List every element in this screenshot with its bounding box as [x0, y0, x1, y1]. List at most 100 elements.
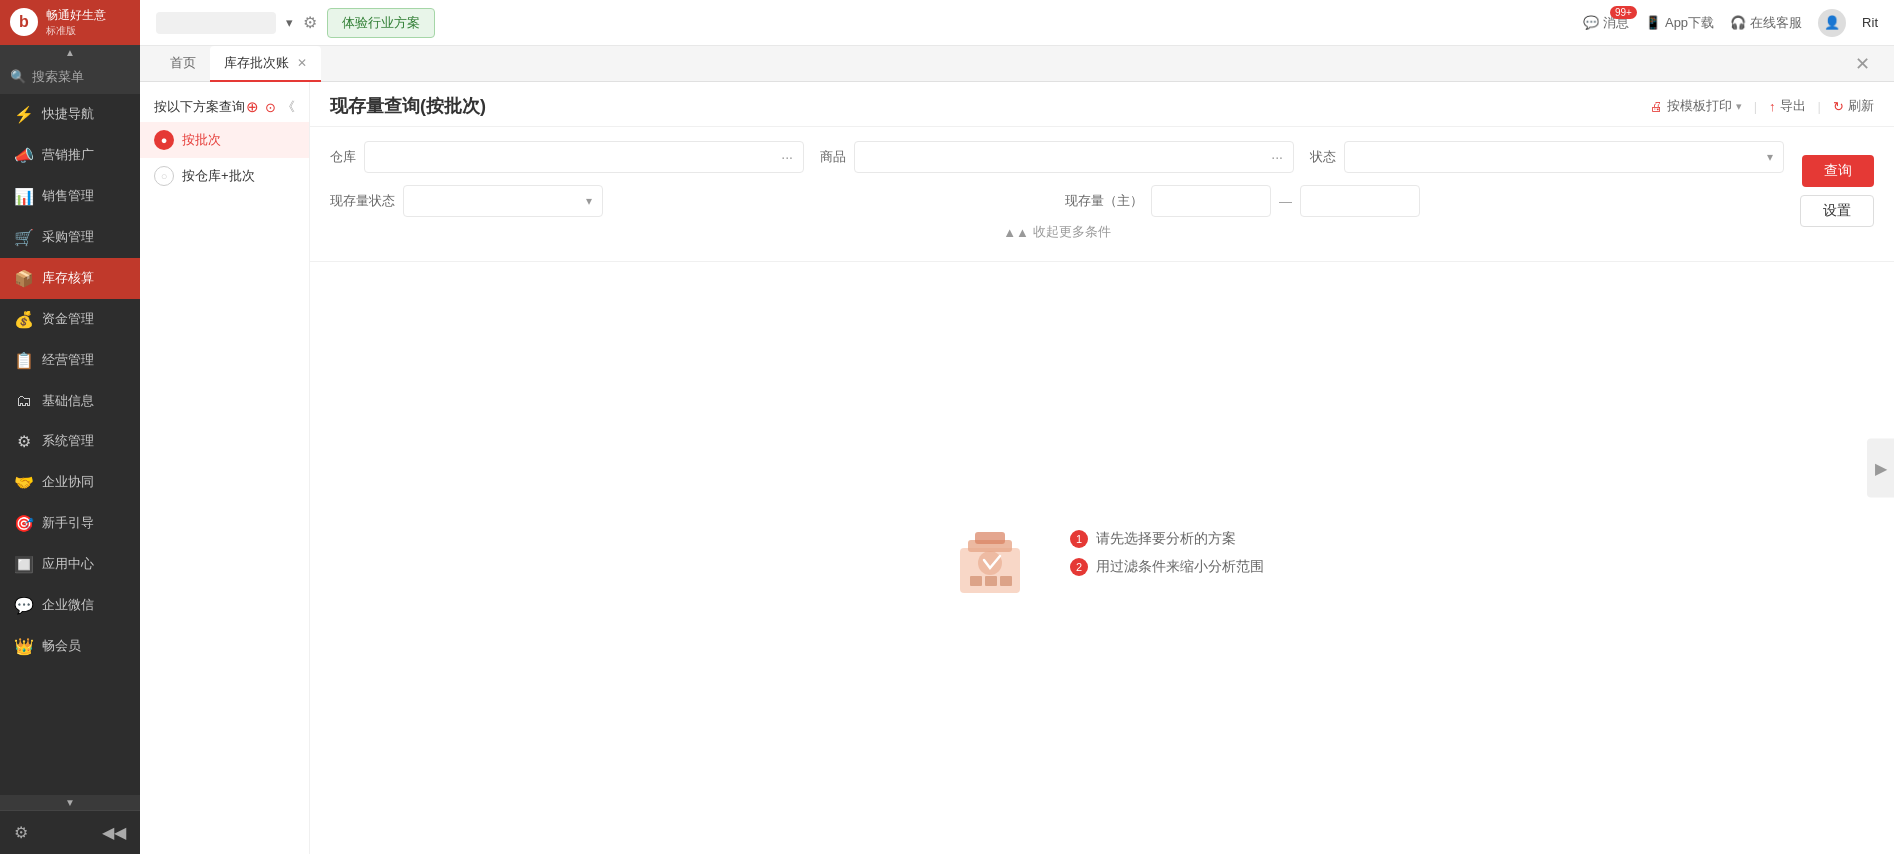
sidebar-item-newguide[interactable]: 🎯 新手引导: [0, 503, 140, 544]
sidebar-scroll-down[interactable]: ▼: [0, 795, 140, 810]
warehouse-more-icon[interactable]: ···: [781, 149, 793, 165]
export-icon: ↑: [1769, 99, 1776, 114]
empty-illustration: [940, 508, 1040, 608]
stock-qty-max-input[interactable]: [1300, 185, 1420, 217]
sidebar-nav: ⚡ 快捷导航 📣 营销推广 📊 销售管理 🛒 采购管理 📦 库存核算 💰 资金管…: [0, 94, 140, 795]
stock-status-filter: 现存量状态 ▾: [330, 185, 1049, 217]
search-icon: 🔍: [10, 69, 26, 84]
scheme-by-batch[interactable]: ● 按批次: [140, 122, 309, 158]
topbar-left: ▾ ⚙ 体验行业方案: [156, 8, 1571, 38]
sidebar-header: b 畅通好生意 标准版: [0, 0, 140, 45]
refresh-icon: ↻: [1833, 99, 1844, 114]
tab-area-close-button[interactable]: ✕: [1847, 49, 1878, 79]
experience-button[interactable]: 体验行业方案: [327, 8, 435, 38]
system-icon: ⚙: [14, 432, 34, 451]
empty-state: 1 请先选择要分析的方案 2 用过滤条件来缩小分析范围: [310, 262, 1894, 854]
collapse-more-conditions[interactable]: ▲▲ 收起更多条件: [330, 217, 1784, 247]
appstore-icon: 🔲: [14, 555, 34, 574]
stock-qty-min-input[interactable]: [1151, 185, 1271, 217]
sidebar-item-marketing[interactable]: 📣 营销推广: [0, 135, 140, 176]
warehouse-input[interactable]: ···: [364, 141, 804, 173]
online-service-button[interactable]: 🎧 在线客服: [1730, 14, 1802, 32]
sidebar-item-system[interactable]: ⚙ 系统管理: [0, 421, 140, 462]
scheme-inactive-icon: ○: [154, 166, 174, 186]
print-dropdown-icon[interactable]: ▾: [1736, 100, 1742, 113]
sidebar-item-inventory[interactable]: 📦 库存核算: [0, 258, 140, 299]
panel-actions: ⊕ ⊙ 《: [246, 98, 295, 116]
shortcuts-icon: ⚡: [14, 105, 34, 124]
sidebar-item-operations[interactable]: 📋 经营管理: [0, 340, 140, 381]
svg-rect-4: [970, 576, 982, 586]
sidebar: b 畅通好生意 标准版 ▲ 🔍 搜索菜单 ⚡ 快捷导航 📣 营销推广 📊 销售管…: [0, 0, 140, 854]
enterprise-icon: 🤝: [14, 473, 34, 492]
sidebar-item-shortcuts[interactable]: ⚡ 快捷导航: [0, 94, 140, 135]
settings-button[interactable]: ⚙: [10, 819, 32, 846]
member-icon: 👑: [14, 637, 34, 656]
stock-status-select[interactable]: ▾: [403, 185, 603, 217]
svg-rect-6: [1000, 576, 1012, 586]
topbar-search-input[interactable]: [156, 12, 276, 34]
query-button[interactable]: 查询: [1802, 155, 1874, 187]
page-title: 现存量查询(按批次): [330, 94, 486, 118]
sidebar-item-appstore[interactable]: 🔲 应用中心: [0, 544, 140, 585]
wechat-icon: 💬: [14, 596, 34, 615]
phone-icon: 📱: [1645, 15, 1661, 30]
add-scheme-icon[interactable]: ⊕: [246, 98, 259, 116]
step2-num: 2: [1070, 558, 1088, 576]
basics-icon: 🗂: [14, 392, 34, 410]
scheme-settings-icon[interactable]: ⊙: [265, 100, 276, 115]
tab-close-button[interactable]: ✕: [297, 56, 307, 70]
filter-area: 仓库 ··· 商品 ···: [310, 127, 1894, 262]
sidebar-item-wechat[interactable]: 💬 企业微信: [0, 585, 140, 626]
print-button[interactable]: 🖨 按模板打印 ▾: [1650, 97, 1742, 115]
product-input[interactable]: ···: [854, 141, 1294, 173]
topbar-right: 💬 消息 99+ 📱 App下载 🎧 在线客服 👤 Rit: [1583, 9, 1878, 37]
operations-icon: 📋: [14, 351, 34, 370]
sales-icon: 📊: [14, 187, 34, 206]
sidebar-search[interactable]: 🔍 搜索菜单: [0, 60, 140, 94]
tab-batch-ledger[interactable]: 库存批次账 ✕: [210, 46, 321, 82]
finance-icon: 💰: [14, 310, 34, 329]
filter-settings-button[interactable]: 设置: [1800, 195, 1874, 227]
sidebar-item-member[interactable]: 👑 畅会员: [0, 626, 140, 667]
svg-point-3: [978, 551, 1002, 575]
filter-panel-title: 按以下方案查询 ⊕ ⊙ 《: [140, 92, 309, 122]
sidebar-item-enterprise[interactable]: 🤝 企业协同: [0, 462, 140, 503]
topbar-dropdown-icon[interactable]: ▾: [286, 15, 293, 30]
message-button[interactable]: 💬 消息 99+: [1583, 14, 1629, 32]
collapse-icon: ▲▲: [1003, 225, 1029, 240]
sidebar-item-purchase[interactable]: 🛒 采购管理: [0, 217, 140, 258]
right-collapse-button[interactable]: ▶: [1867, 439, 1894, 498]
page-header: 现存量查询(按批次) 🖨 按模板打印 ▾ | ↑ 导出 | ↻: [310, 82, 1894, 127]
product-filter: 商品 ···: [820, 141, 1294, 173]
tab-home[interactable]: 首页: [156, 46, 210, 82]
topbar-gear-icon[interactable]: ⚙: [303, 13, 317, 32]
scheme-by-warehouse-batch[interactable]: ○ 按仓库+批次: [140, 158, 309, 194]
user-avatar[interactable]: 👤: [1818, 9, 1846, 37]
stock-status-chevron: ▾: [586, 194, 592, 208]
headset-icon: 🎧: [1730, 15, 1746, 30]
right-content: 现存量查询(按批次) 🖨 按模板打印 ▾ | ↑ 导出 | ↻: [310, 82, 1894, 854]
sidebar-item-basics[interactable]: 🗂 基础信息: [0, 381, 140, 421]
step1-num: 1: [1070, 530, 1088, 548]
empty-text: 1 请先选择要分析的方案 2 用过滤条件来缩小分析范围: [1070, 530, 1264, 586]
sidebar-item-sales[interactable]: 📊 销售管理: [0, 176, 140, 217]
collapse-sidebar-button[interactable]: ◀◀: [98, 819, 130, 846]
refresh-button[interactable]: ↻ 刷新: [1833, 97, 1874, 115]
warehouse-filter: 仓库 ···: [330, 141, 804, 173]
export-button[interactable]: ↑ 导出: [1769, 97, 1806, 115]
main-content: ▾ ⚙ 体验行业方案 💬 消息 99+ 📱 App下载 🎧 在线客服 👤 Rit: [140, 0, 1894, 854]
sidebar-scroll-up[interactable]: ▲: [0, 45, 140, 60]
panel-collapse-icon[interactable]: 《: [282, 98, 295, 116]
app-download-button[interactable]: 📱 App下载: [1645, 14, 1714, 32]
tab-bar: 首页 库存批次账 ✕ ✕: [140, 46, 1894, 82]
avatar-icon: 👤: [1824, 15, 1840, 30]
status-select[interactable]: ▾: [1344, 141, 1784, 173]
product-more-icon[interactable]: ···: [1271, 149, 1283, 165]
stock-qty-filter: 现存量（主） —: [1065, 185, 1784, 217]
newguide-icon: 🎯: [14, 514, 34, 533]
scheme-active-icon: ●: [154, 130, 174, 150]
purchase-icon: 🛒: [14, 228, 34, 247]
sidebar-item-finance[interactable]: 💰 资金管理: [0, 299, 140, 340]
status-chevron-icon: ▾: [1767, 150, 1773, 164]
